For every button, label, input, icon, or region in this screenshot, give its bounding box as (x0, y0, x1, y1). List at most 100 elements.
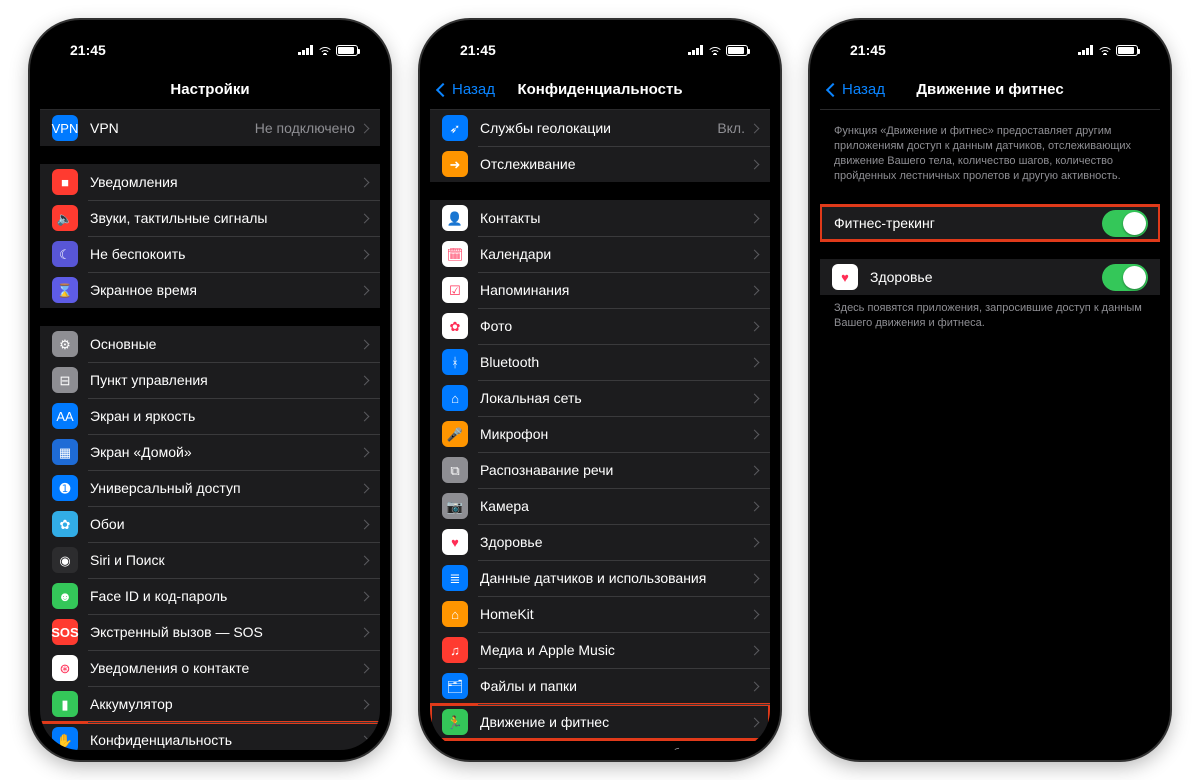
row-display[interactable]: AAЭкран и яркость (40, 398, 380, 434)
row-location[interactable]: ➶Службы геолокацииВкл. (430, 110, 770, 146)
contacts-icon: 👤 (442, 205, 468, 231)
row-label: Здоровье (870, 269, 1102, 285)
notch (915, 20, 1065, 46)
wifi-icon (318, 45, 332, 55)
battery-status-icon (336, 45, 358, 56)
row-homekit[interactable]: ⌂HomeKit (430, 596, 770, 632)
phone-frame-3: 21:45 Назад Движение и фитнес Функция «Д… (810, 20, 1170, 760)
row-dnd[interactable]: ☾Не беспокоить (40, 236, 380, 272)
row-accessibility[interactable]: ➊Универсальный доступ (40, 470, 380, 506)
row-general[interactable]: ⚙Основные (40, 326, 380, 362)
sounds-icon: 🔈 (52, 205, 78, 231)
row-camera[interactable]: 📷Камера (430, 488, 770, 524)
row-notifications[interactable]: ■ Уведомления (40, 164, 380, 200)
group-fitness-tracking: Фитнес-трекинг (820, 205, 1160, 241)
row-homescreen[interactable]: ▦Экран «Домой» (40, 434, 380, 470)
toggle-switch[interactable] (1102, 264, 1148, 291)
row-reminders[interactable]: ☑Напоминания (430, 272, 770, 308)
toggle-switch[interactable] (1102, 210, 1148, 237)
row-fitness-tracking[interactable]: Фитнес-трекинг (820, 205, 1160, 241)
motion-icon: 🏃 (442, 709, 468, 735)
phone-frame-2: 21:45 Назад Конфиденциальность ➶Службы г… (420, 20, 780, 760)
health-icon: ♥ (832, 264, 858, 290)
privacy-list[interactable]: ➶Службы геолокацииВкл.➜Отслеживание 👤 Кон… (430, 110, 770, 750)
row-exposure[interactable]: ⊛Уведомления о контакте (40, 650, 380, 686)
screentime-icon: ⌛ (52, 277, 78, 303)
controlcenter-icon: ⊟ (52, 367, 78, 393)
calendar-icon: 🗓 (442, 241, 468, 267)
back-label: Назад (452, 81, 495, 98)
row-label: Файлы и папки (480, 678, 751, 694)
row-label: HomeKit (480, 606, 751, 622)
row-localnet[interactable]: ⌂Локальная сеть (430, 380, 770, 416)
camera-icon: 📷 (442, 493, 468, 519)
chevron-right-icon (360, 447, 370, 457)
row-label: Отслеживание (480, 156, 751, 172)
row-health[interactable]: ♥ Здоровье (820, 259, 1160, 295)
row-label: Здоровье (480, 534, 751, 550)
group-health: ♥ Здоровье (820, 259, 1160, 295)
row-vpn[interactable]: VPN VPN Не подключено (40, 110, 380, 146)
footer-note: Здесь появятся приложения, запросившие д… (820, 295, 1160, 331)
cellular-signal-icon (298, 45, 314, 55)
row-battery[interactable]: ▮Аккумулятор (40, 686, 380, 722)
row-bluetooth[interactable]: ᚼBluetooth (430, 344, 770, 380)
row-controlcenter[interactable]: ⊟Пункт управления (40, 362, 380, 398)
row-label: Контакты (480, 210, 751, 226)
group-location: ➶Службы геолокацииВкл.➜Отслеживание (430, 110, 770, 182)
chevron-right-icon (360, 699, 370, 709)
group-general: ⚙Основные⊟Пункт управленияAAЭкран и ярко… (40, 326, 380, 750)
notifications-icon: ■ (52, 169, 78, 195)
row-photos[interactable]: ✿Фото (430, 308, 770, 344)
row-files[interactable]: 🗂Файлы и папки (430, 668, 770, 704)
row-label: Экран «Домой» (90, 444, 361, 460)
row-contacts[interactable]: 👤 Контакты (430, 200, 770, 236)
group-vpn: VPN VPN Не подключено (40, 110, 380, 146)
speech-icon: ⧉ (442, 457, 468, 483)
back-label: Назад (842, 81, 885, 98)
row-tracking[interactable]: ➜Отслеживание (430, 146, 770, 182)
row-siri[interactable]: ◉Siri и Поиск (40, 542, 380, 578)
page-title: Настройки (40, 81, 380, 98)
row-research[interactable]: ≣Данные датчиков и использования (430, 560, 770, 596)
row-privacy[interactable]: ✋Конфиденциальность (40, 722, 380, 750)
row-faceid[interactable]: ☻Face ID и код-пароль (40, 578, 380, 614)
status-icons (688, 45, 748, 56)
status-icons (1078, 45, 1138, 56)
row-health[interactable]: ♥Здоровье (430, 524, 770, 560)
status-time: 21:45 (850, 42, 886, 58)
chevron-right-icon (360, 339, 370, 349)
chevron-right-icon (360, 627, 370, 637)
row-microphone[interactable]: 🎤Микрофон (430, 416, 770, 452)
row-label: Уведомления (90, 174, 361, 190)
chevron-right-icon (750, 159, 760, 169)
chevron-right-icon (360, 249, 370, 259)
row-wallpaper[interactable]: ✿Обои (40, 506, 380, 542)
chevron-right-icon (360, 285, 370, 295)
battery-icon: ▮ (52, 691, 78, 717)
chevron-right-icon (750, 321, 760, 331)
row-motion[interactable]: 🏃Движение и фитнес (430, 704, 770, 740)
row-sos[interactable]: SOSЭкстренный вызов — SOS (40, 614, 380, 650)
battery-status-icon (1116, 45, 1138, 56)
row-calendar[interactable]: 🗓Календари (430, 236, 770, 272)
row-sounds[interactable]: 🔈Звуки, тактильные сигналы (40, 200, 380, 236)
chevron-right-icon (750, 249, 760, 259)
row-media[interactable]: ♫Медиа и Apple Music (430, 632, 770, 668)
chevron-right-icon (750, 609, 760, 619)
row-speech[interactable]: ⧉Распознавание речи (430, 452, 770, 488)
settings-list[interactable]: VPN VPN Не подключено ■ Уведомления 🔈Звуки… (40, 110, 380, 750)
chevron-right-icon (360, 519, 370, 529)
privacy-icon: ✋ (52, 727, 78, 750)
row-label: Не беспокоить (90, 246, 361, 262)
chevron-right-icon (360, 375, 370, 385)
screen-1: 21:45 Настройки VPN VPN Не подключено ■У… (40, 30, 380, 750)
media-icon: ♫ (442, 637, 468, 663)
row-label: Уведомления о контакте (90, 660, 361, 676)
back-button[interactable]: Назад (430, 81, 495, 98)
back-button[interactable]: Назад (820, 81, 885, 98)
notch (135, 20, 285, 46)
motion-fitness-list[interactable]: Функция «Движение и фитнес» предоставляе… (820, 110, 1160, 750)
row-screentime[interactable]: ⌛Экранное время (40, 272, 380, 308)
group-apps: 👤 Контакты 🗓Календари☑Напоминания✿ФотоᚼBlu… (430, 200, 770, 740)
